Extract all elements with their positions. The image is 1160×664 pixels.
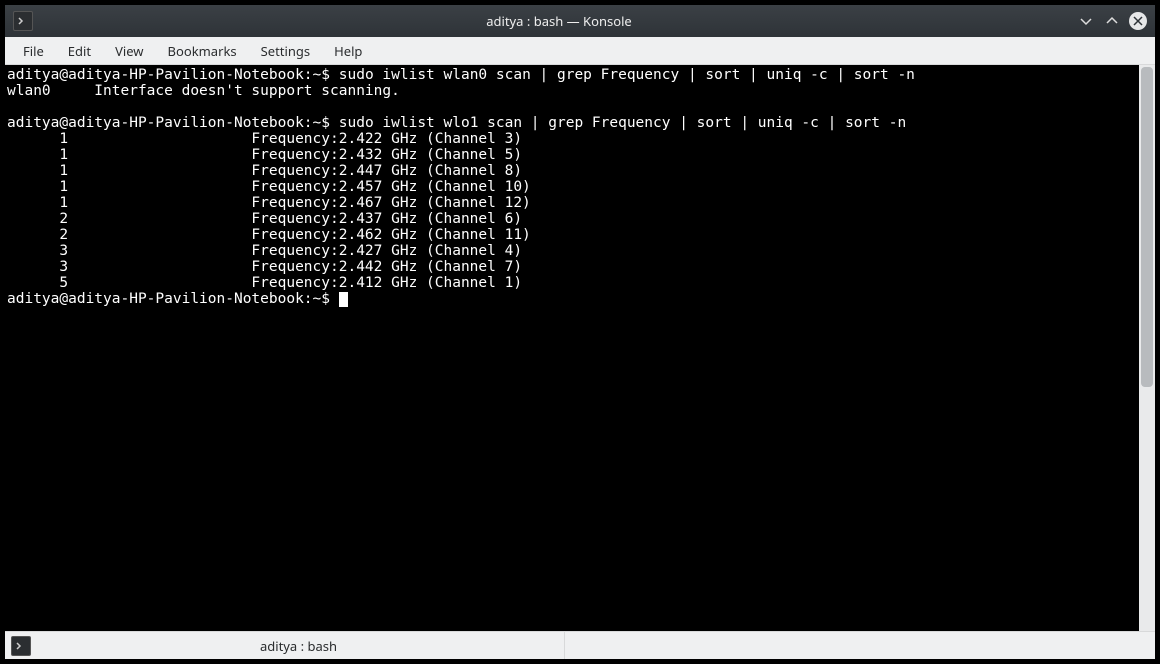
terminal[interactable]: aditya@aditya-HP-Pavilion-Notebook:~$ su… — [5, 65, 1139, 631]
menu-settings[interactable]: Settings — [249, 38, 322, 64]
scrollbar[interactable] — [1139, 65, 1155, 631]
terminal-area: aditya@aditya-HP-Pavilion-Notebook:~$ su… — [5, 65, 1155, 631]
konsole-window: aditya : bash — Konsole File Edit View B… — [5, 5, 1155, 659]
minimize-button[interactable] — [1077, 12, 1095, 30]
window-title: aditya : bash — Konsole — [41, 12, 1077, 30]
window-controls — [1077, 12, 1147, 30]
menu-view[interactable]: View — [103, 38, 155, 64]
menu-bookmarks[interactable]: Bookmarks — [156, 38, 249, 64]
terminal-icon — [11, 636, 31, 656]
close-button[interactable] — [1129, 12, 1147, 30]
cursor-block — [339, 292, 348, 307]
menubar: File Edit View Bookmarks Settings Help — [5, 37, 1155, 65]
tab-label: aditya : bash — [39, 637, 558, 655]
statusbar: aditya : bash — [5, 631, 1155, 659]
tab-active[interactable]: aditya : bash — [5, 632, 565, 659]
menu-file[interactable]: File — [11, 38, 56, 64]
menu-help[interactable]: Help — [322, 38, 374, 64]
titlebar[interactable]: aditya : bash — Konsole — [5, 5, 1155, 37]
app-icon — [13, 11, 33, 31]
maximize-button[interactable] — [1103, 12, 1121, 30]
menu-edit[interactable]: Edit — [56, 38, 103, 64]
scroll-thumb[interactable] — [1141, 67, 1153, 387]
